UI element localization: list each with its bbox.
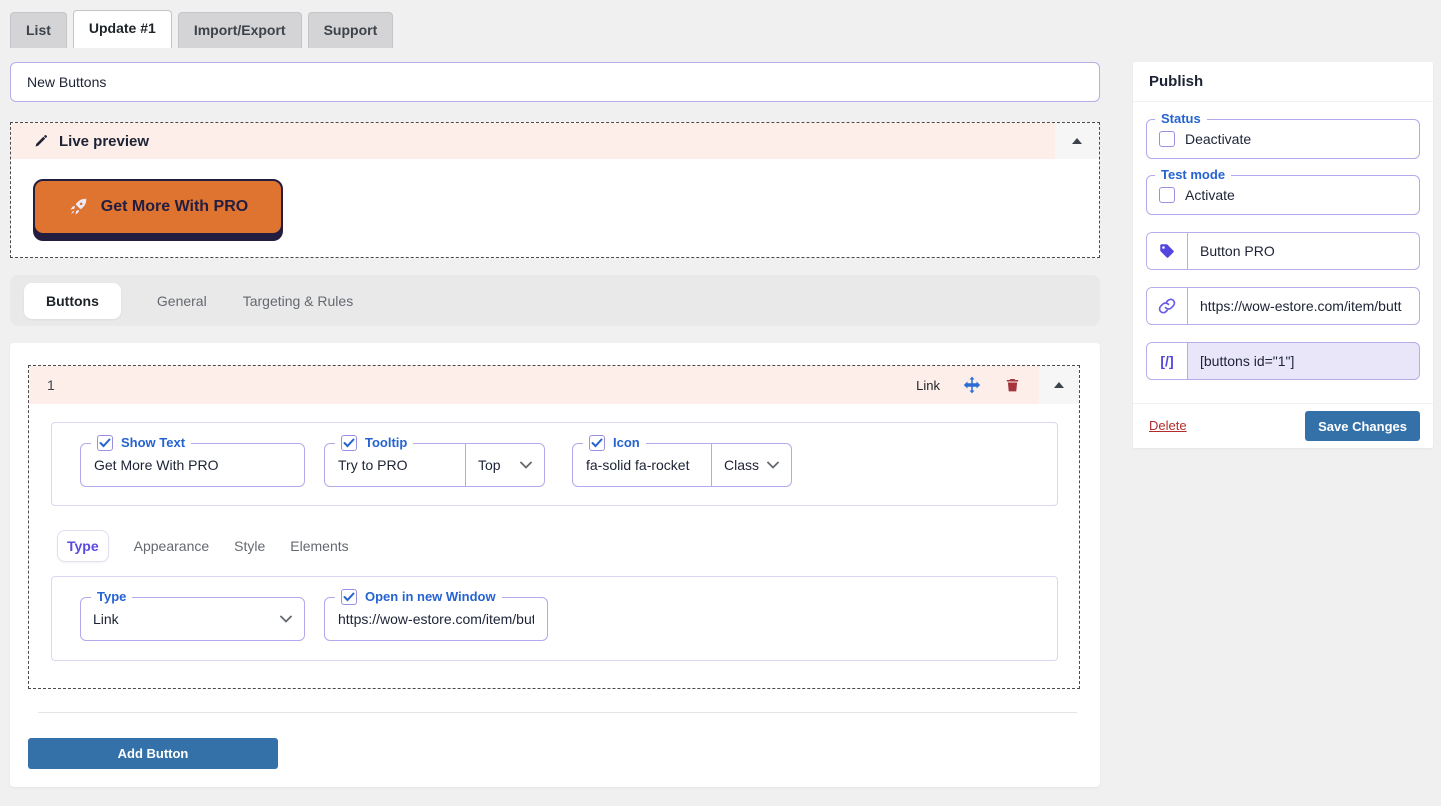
tab-import-export[interactable]: Import/Export	[177, 12, 302, 48]
tooltip-position-select[interactable]: Top	[466, 444, 544, 486]
test-mode-legend: Test mode	[1161, 167, 1226, 182]
url-input[interactable]	[1188, 288, 1419, 324]
tab-buttons[interactable]: Buttons	[24, 282, 121, 319]
link-icon	[1147, 288, 1188, 324]
collapse-arrow-icon	[1072, 138, 1082, 144]
url-row	[1146, 287, 1420, 325]
rocket-icon	[68, 197, 88, 217]
status-legend: Status	[1161, 111, 1201, 126]
open-new-window-label: Open in new Window	[365, 589, 496, 604]
status-field: Status Deactivate	[1146, 110, 1420, 159]
button-item-index: 1	[47, 377, 55, 393]
move-button[interactable]	[962, 375, 982, 395]
subtab-type[interactable]: Type	[57, 530, 109, 562]
live-preview-collapse-button[interactable]	[1055, 123, 1099, 159]
type-value: Link	[93, 611, 119, 627]
tab-general[interactable]: General	[157, 293, 207, 309]
test-mode-field: Test mode Activate	[1146, 166, 1420, 215]
show-text-checkbox[interactable]	[97, 435, 113, 451]
open-new-window-checkbox[interactable]	[341, 589, 357, 605]
chevron-down-icon	[767, 461, 779, 469]
publish-panel: Publish Status Deactivate Test mode Acti…	[1133, 62, 1433, 448]
chevron-down-icon	[280, 615, 292, 623]
tooltip-input[interactable]	[325, 457, 465, 473]
preview-button[interactable]: Get More With PRO	[33, 179, 283, 235]
shortcode-row: [/]	[1146, 342, 1420, 380]
item-sub-tab-bar: Type Appearance Style Elements	[57, 530, 349, 562]
type-label: Type	[97, 589, 127, 604]
show-text-label: Show Text	[121, 435, 186, 450]
icon-checkbox[interactable]	[589, 435, 605, 451]
tab-list[interactable]: List	[10, 12, 67, 48]
tooltip-label: Tooltip	[365, 435, 408, 450]
chevron-down-icon	[520, 461, 532, 469]
icon-class-input[interactable]	[573, 457, 711, 473]
tooltip-field: Tooltip Top	[324, 434, 545, 487]
button-item-1: 1 Link Show Text Get More With PRO Toolt…	[28, 365, 1080, 689]
title-input[interactable]	[10, 62, 1100, 102]
top-tab-bar: List Update #1 Import/Export Support	[10, 10, 394, 48]
text-fields-panel: Show Text Tooltip Top	[51, 422, 1058, 506]
publish-footer-divider	[1133, 403, 1433, 404]
tab-update[interactable]: Update #1	[72, 10, 172, 48]
item-collapse-button[interactable]	[1039, 366, 1079, 404]
show-text-field: Show Text	[80, 434, 305, 487]
tab-support[interactable]: Support	[307, 12, 394, 48]
subtab-appearance[interactable]: Appearance	[134, 538, 210, 554]
type-field: Type Link	[80, 588, 305, 641]
preview-button-label: Get More With PRO	[100, 198, 249, 215]
live-preview-title: Live preview	[59, 132, 150, 150]
collapse-arrow-icon	[1054, 382, 1064, 388]
section-tab-bar: Buttons General Targeting & Rules	[10, 275, 1100, 326]
status-deactivate-checkbox[interactable]	[1159, 131, 1175, 147]
name-input[interactable]	[1188, 233, 1419, 269]
icon-mode-select[interactable]: Class	[712, 444, 791, 486]
test-mode-checkbox-label: Activate	[1185, 187, 1235, 203]
icon-field: Icon Class	[572, 434, 792, 487]
tooltip-position-value: Top	[478, 457, 501, 473]
button-item-type-label: Link	[916, 377, 940, 393]
icon-label: Icon	[613, 435, 640, 450]
tab-targeting-rules[interactable]: Targeting & Rules	[243, 293, 354, 309]
open-new-window-field: Open in new Window	[324, 588, 548, 641]
add-button[interactable]: Add Button	[28, 738, 278, 769]
icon-mode-value: Class	[723, 457, 759, 473]
subtab-style[interactable]: Style	[234, 538, 265, 554]
delete-link[interactable]: Delete	[1149, 418, 1187, 433]
publish-title: Publish	[1133, 62, 1433, 102]
shortcode-icon: [/]	[1147, 343, 1188, 379]
live-preview-panel: Live preview Get More With PRO	[10, 122, 1100, 258]
type-settings-panel: Type Link Open in new Window	[51, 576, 1058, 661]
pen-icon	[33, 133, 49, 149]
button-item-header: 1 Link	[29, 366, 1079, 404]
test-mode-activate-checkbox[interactable]	[1159, 187, 1175, 203]
card-divider	[38, 712, 1077, 713]
delete-item-button[interactable]	[1004, 376, 1021, 394]
live-preview-header: Live preview	[11, 123, 1099, 159]
tag-icon	[1147, 233, 1188, 269]
status-checkbox-label: Deactivate	[1185, 131, 1252, 147]
name-row	[1146, 232, 1420, 270]
save-changes-button[interactable]: Save Changes	[1305, 411, 1420, 441]
buttons-editor-card: 1 Link Show Text Get More With PRO Toolt…	[10, 343, 1100, 787]
shortcode-input[interactable]	[1188, 343, 1419, 379]
tooltip-checkbox[interactable]	[341, 435, 357, 451]
subtab-elements[interactable]: Elements	[290, 538, 348, 554]
